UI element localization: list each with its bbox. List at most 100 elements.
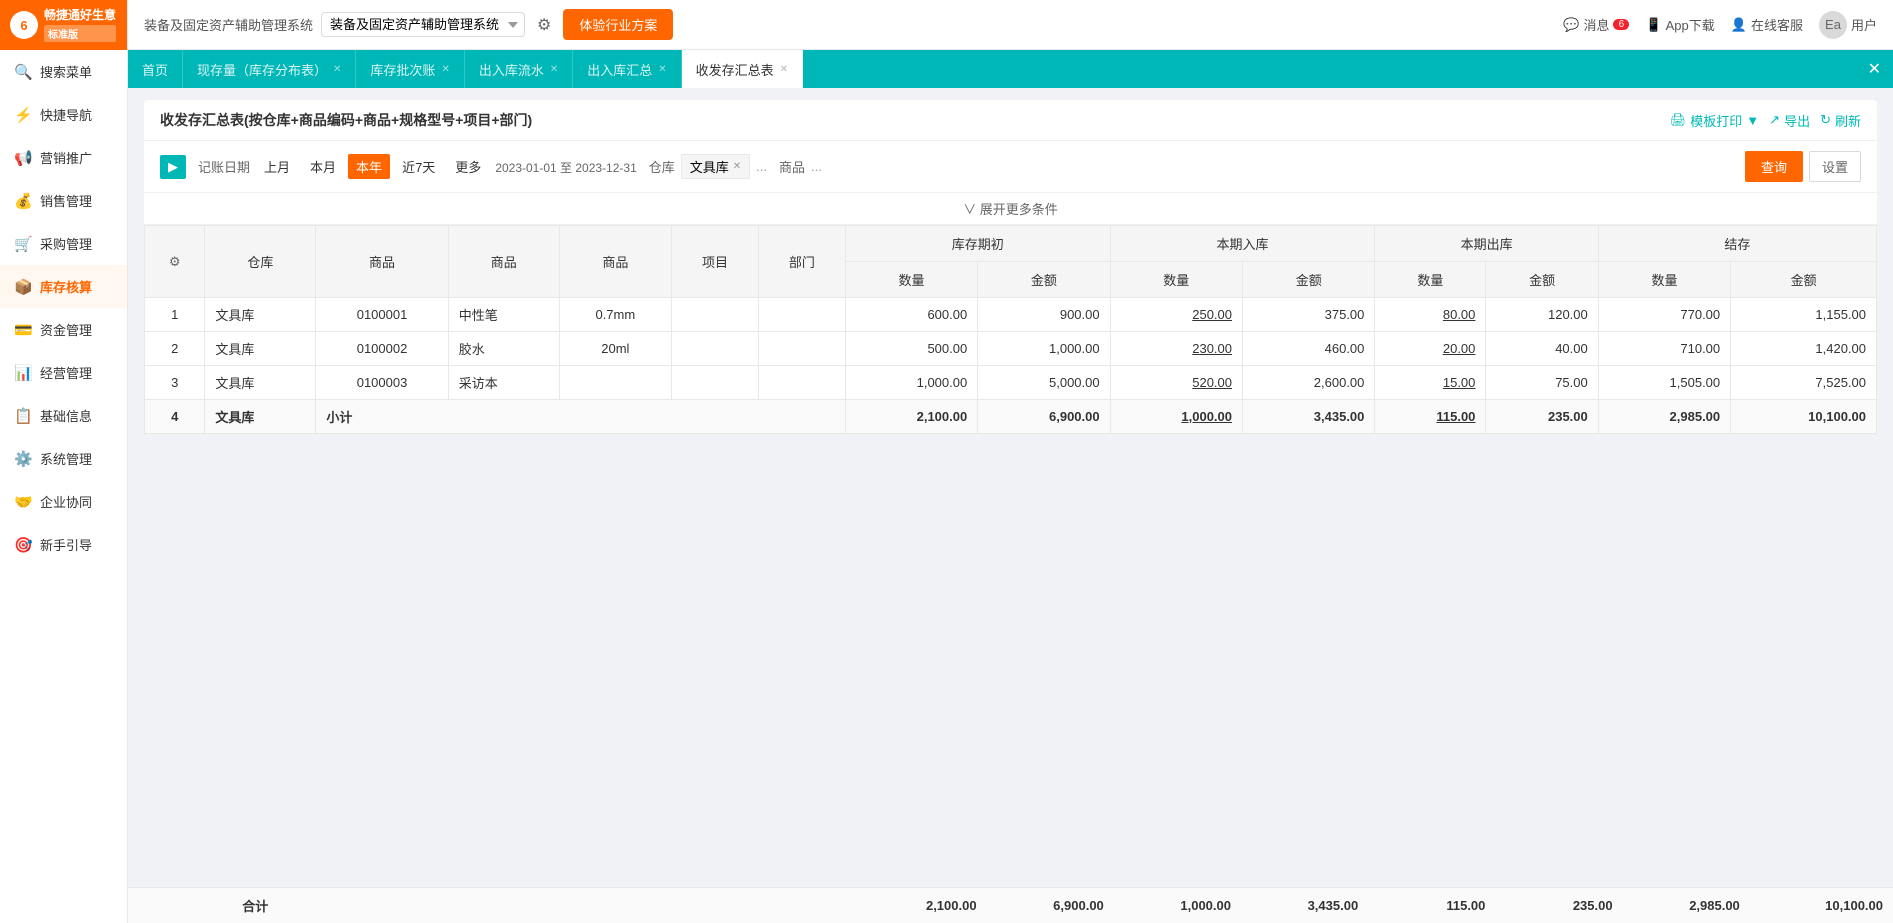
row-project-0 [671, 298, 758, 332]
message-item[interactable]: 💬 消息 6 [1563, 15, 1629, 34]
tab-label-5: 收发存汇总表 [696, 60, 774, 79]
row-no-2: 3 [145, 366, 205, 400]
tab-item-3[interactable]: 出入库流水✕ [465, 50, 573, 88]
row-out-qty-2[interactable]: 15.00 [1375, 366, 1486, 400]
sidebar-item-system[interactable]: ⚙️系统管理 [0, 437, 127, 480]
refresh-button[interactable]: ↻ 刷新 [1820, 111, 1861, 130]
tab-item-0[interactable]: 首页 [128, 50, 183, 88]
page-title: 收发存汇总表(按仓库+商品编码+商品+规格型号+项目+部门) [160, 110, 532, 130]
sidebar-item-search[interactable]: 🔍搜索菜单 [0, 50, 127, 93]
date-btn-this-month[interactable]: 本月 [302, 154, 344, 179]
goods-ellipsis[interactable]: ... [811, 159, 822, 174]
row-out-qty-0[interactable]: 80.00 [1375, 298, 1486, 332]
row-in-amt-2: 2,600.00 [1243, 366, 1375, 400]
row-in-qty-1[interactable]: 230.00 [1110, 332, 1242, 366]
sidebar-logo[interactable]: 6 畅捷通好生意 标准版 [0, 0, 127, 50]
tab-item-5[interactable]: 收发存汇总表 ✕ [682, 50, 803, 88]
app-download-item[interactable]: 📱 App下载 [1645, 15, 1714, 34]
trial-button[interactable]: 体验行业方案 [563, 9, 673, 40]
th-closing-amt: 金额 [1731, 262, 1877, 298]
basic-icon: 📋 [14, 407, 32, 425]
sidebar-item-operation[interactable]: 📊经营管理 [0, 351, 127, 394]
row-warehouse-1: 文具库 [205, 332, 316, 366]
date-btn-last-month[interactable]: 上月 [256, 154, 298, 179]
table-row: 1 文具库 0100001 中性笔 0.7mm 600.00 900.00 25… [145, 298, 1877, 332]
print-button[interactable]: 🖨 模板打印 ▼ [1670, 111, 1759, 130]
row-name-1: 胶水 [448, 332, 559, 366]
date-btn-7days[interactable]: 近7天 [394, 154, 443, 179]
filter-expand-button[interactable]: ▶ [160, 155, 186, 179]
sidebar-item-sales[interactable]: 💰销售管理 [0, 179, 127, 222]
sidebar-item-purchase[interactable]: 🛒采购管理 [0, 222, 127, 265]
expand-more-row[interactable]: ∨ 展开更多条件 [144, 193, 1877, 225]
logo-tag: 标准版 [44, 25, 116, 42]
warehouse-ellipsis[interactable]: ... [756, 159, 767, 174]
tab-close-2[interactable]: ✕ [441, 64, 449, 75]
row-spec-1: 20ml [559, 332, 671, 366]
avatar: Ea [1819, 11, 1847, 39]
sidebar-item-finance[interactable]: 💳资金管理 [0, 308, 127, 351]
export-button[interactable]: ↗ 导出 [1769, 111, 1810, 130]
sidebar-item-marketing[interactable]: 📢营销推广 [0, 136, 127, 179]
tab-item-2[interactable]: 库存批次账✕ [356, 50, 464, 88]
export-icon: ↗ [1769, 112, 1780, 128]
tab-close-5[interactable]: ✕ [780, 64, 788, 75]
gear-icon[interactable]: ⚙ [533, 11, 555, 39]
tab-label-1: 现存量（库存分布表） [197, 60, 327, 79]
user-item[interactable]: Ea 用户 [1819, 11, 1877, 39]
table-container: ⚙ 仓库 商品 商品 商品 项目 部门 库存期初 本期入库 本期出库 结存 数量 [144, 225, 1877, 434]
operation-icon: 📊 [14, 364, 32, 382]
footer-total: 合计 2,100.00 6,900.00 1,000.00 3,435.00 1… [128, 887, 1893, 923]
quick-icon: ⚡ [14, 106, 32, 124]
row-name-0: 中性笔 [448, 298, 559, 332]
tab-close-4[interactable]: ✕ [658, 64, 666, 75]
sidebar-item-inventory[interactable]: 📦库存核算 [0, 265, 127, 308]
tab-item-1[interactable]: 现存量（库存分布表） ✕ [183, 50, 356, 88]
tab-close-3[interactable]: ✕ [550, 64, 558, 75]
row-opening-qty-2: 1,000.00 [845, 366, 977, 400]
date-btn-this-year[interactable]: 本年 [348, 154, 390, 179]
total-opening-amt: 6,900.00 [987, 889, 1114, 922]
date-btn-more[interactable]: 更多 [447, 154, 489, 179]
row-out-qty-1[interactable]: 20.00 [1375, 332, 1486, 366]
chevron-down-icon: ▼ [1746, 113, 1759, 128]
topbar-select[interactable]: 装备及固定资产辅助管理系统 [321, 12, 525, 37]
warehouse-tag-text: 文具库 [690, 157, 729, 176]
sidebar-label-inventory: 库存核算 [40, 277, 92, 296]
message-icon: 💬 [1563, 17, 1579, 33]
row-opening-amt-1: 1,000.00 [978, 332, 1110, 366]
row-project-1 [671, 332, 758, 366]
sidebar-item-quick[interactable]: ⚡快捷导航 [0, 93, 127, 136]
page-header: 收发存汇总表(按仓库+商品编码+商品+规格型号+项目+部门) 🖨 模板打印 ▼ … [144, 100, 1877, 141]
date-range-display: 2023-01-01 至 2023-12-31 [495, 159, 636, 176]
date-options-group: 上月 本月 本年 近7天 更多 [256, 154, 489, 179]
warehouse-tag-close[interactable]: ✕ [733, 161, 741, 172]
sidebar-label-newbie: 新手引导 [40, 535, 92, 554]
row-dept-1 [758, 332, 845, 366]
row-in-qty-2[interactable]: 520.00 [1110, 366, 1242, 400]
row-no-1: 2 [145, 332, 205, 366]
tab-close-1[interactable]: ✕ [333, 64, 341, 75]
row-warehouse-0: 文具库 [205, 298, 316, 332]
sidebar-label-purchase: 采购管理 [40, 234, 92, 253]
row-in-qty-0[interactable]: 250.00 [1110, 298, 1242, 332]
row-out-amt-1: 40.00 [1486, 332, 1598, 366]
filter-wrapper: ▶ 记账日期 上月 本月 本年 近7天 更多 2023-01-01 至 2023… [144, 141, 1877, 225]
online-service-item[interactable]: 👤 在线客服 [1731, 15, 1803, 34]
sidebar-item-basic[interactable]: 📋基础信息 [0, 394, 127, 437]
total-in-amt: 3,435.00 [1241, 889, 1368, 922]
row-in-amt-0: 375.00 [1243, 298, 1375, 332]
warehouse-tag[interactable]: 文具库 ✕ [681, 154, 750, 179]
th-out-amt: 金额 [1486, 262, 1598, 298]
sidebar: 6 畅捷通好生意 标准版 🔍搜索菜单⚡快捷导航📢营销推广💰销售管理🛒采购管理📦库… [0, 0, 128, 923]
sidebar-item-newbie[interactable]: 🎯新手引导 [0, 523, 127, 566]
sales-icon: 💰 [14, 192, 32, 210]
settings-button[interactable]: 设置 [1809, 151, 1861, 182]
sidebar-item-corp[interactable]: 🤝企业协同 [0, 480, 127, 523]
tab-item-4[interactable]: 出入库汇总✕ [573, 50, 681, 88]
user-label: 用户 [1851, 15, 1877, 34]
query-button[interactable]: 查询 [1745, 151, 1803, 182]
subtotal-closing-amt: 10,100.00 [1731, 400, 1877, 434]
table-gear-header[interactable]: ⚙ [145, 226, 205, 298]
tabbar-close-all[interactable]: ✕ [1856, 50, 1893, 88]
